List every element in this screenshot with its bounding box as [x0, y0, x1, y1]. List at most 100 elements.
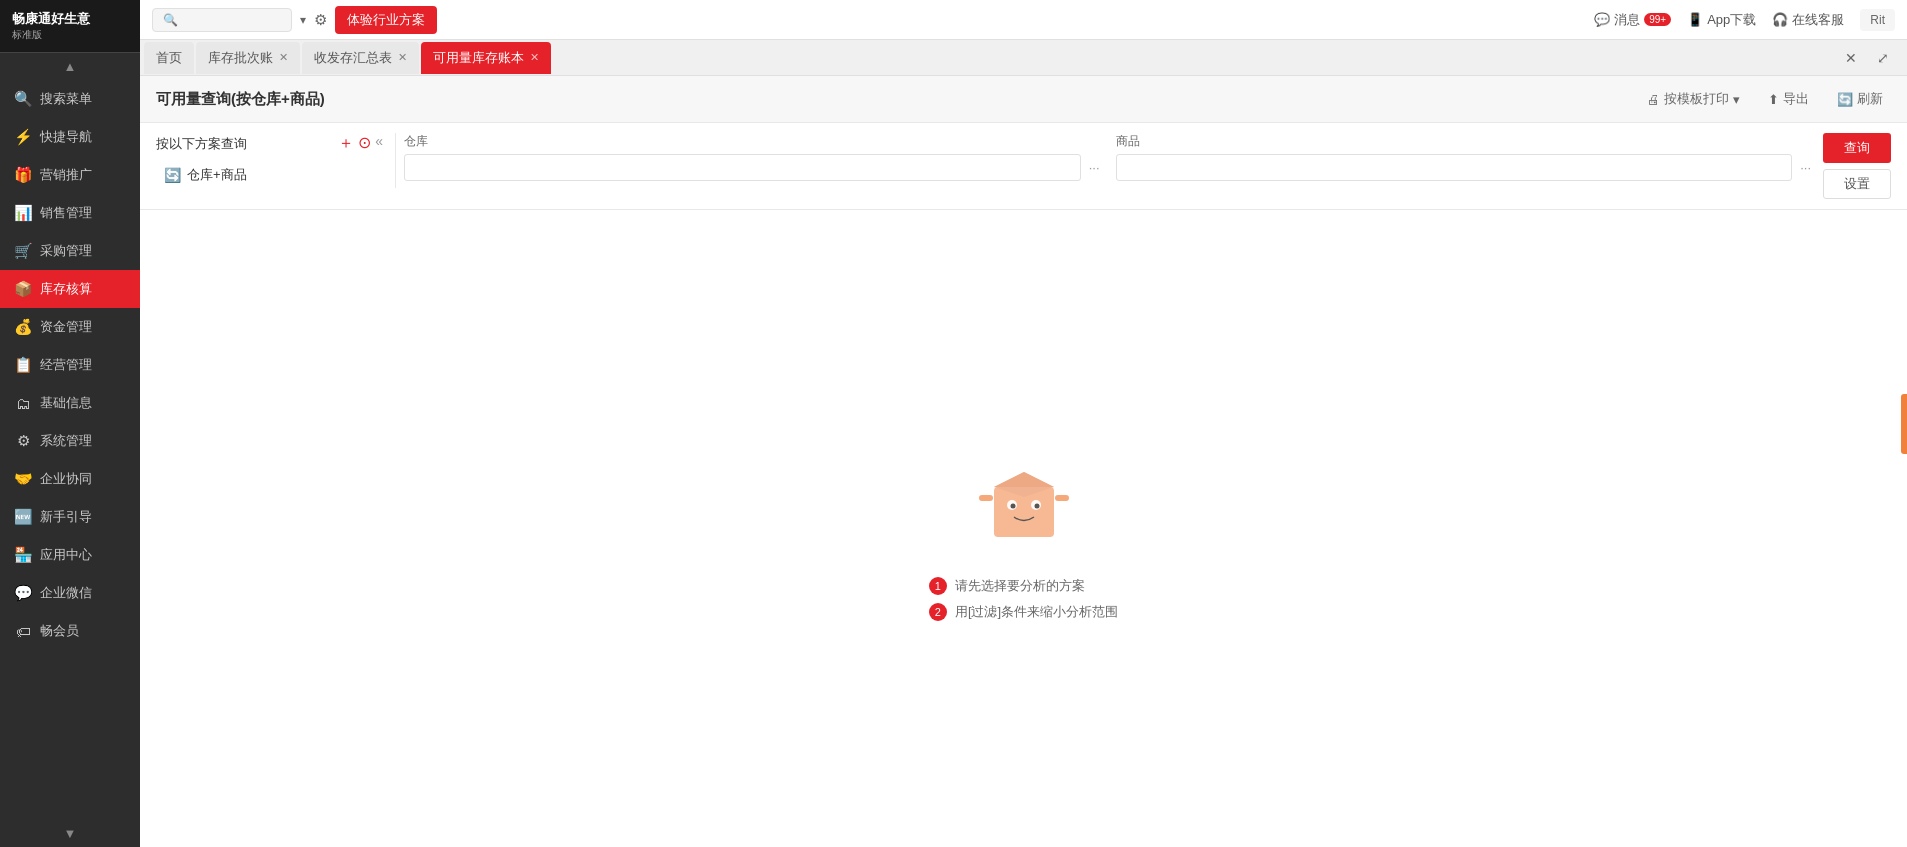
logo-sub: 标准版: [12, 28, 128, 42]
product-input[interactable]: [1116, 154, 1793, 181]
message-label: 消息: [1614, 11, 1640, 29]
query-area: 按以下方案查询 ＋ ⊙ « 🔄 仓库+商品 仓库: [140, 123, 1907, 210]
tip-text-2: 用[过滤]条件来缩小分析范围: [955, 603, 1118, 621]
sidebar-item-enterprise[interactable]: 🤝 企业协同: [0, 460, 140, 498]
topbar-gear-icon[interactable]: ⚙: [314, 11, 327, 29]
topbar-search-box[interactable]: 🔍: [152, 8, 292, 32]
main-content: 🔍 ▾ ⚙ 体验行业方案 💬 消息 99+ 📱 App下载 🎧 在线客服 Rit: [140, 0, 1907, 847]
sidebar-item-purchase[interactable]: 🛒 采购管理: [0, 232, 140, 270]
app-download-btn[interactable]: 📱 App下载: [1687, 11, 1756, 29]
page-header: 可用量查询(按仓库+商品) 🖨 按模板打印 ▾ ⬆ 导出 🔄 刷新: [140, 76, 1907, 123]
tabs-bar: 首页库存批次账✕收发存汇总表✕可用量库存账本✕ ✕ ⤢: [140, 40, 1907, 76]
app-download-label: App下载: [1707, 11, 1756, 29]
sidebar-scroll-up[interactable]: ▲: [0, 53, 140, 80]
tip-num-2: 2: [929, 603, 947, 621]
collapse-scheme-btn[interactable]: «: [375, 133, 383, 154]
sidebar-item-appstore[interactable]: 🏪 应用中心: [0, 536, 140, 574]
sidebar-label-enterprise: 企业协同: [40, 470, 92, 488]
topbar: 🔍 ▾ ⚙ 体验行业方案 💬 消息 99+ 📱 App下载 🎧 在线客服 Rit: [140, 0, 1907, 40]
tip-num-1: 1: [929, 577, 947, 595]
svg-point-6: [1034, 503, 1039, 508]
settings-scheme-btn[interactable]: ⊙: [358, 133, 371, 154]
filter-warehouse: 仓库 ···: [404, 133, 1104, 181]
shortcut-icon: ⚡: [14, 128, 32, 146]
tab-close-summary[interactable]: ✕: [398, 51, 407, 64]
system-icon: ⚙: [14, 432, 32, 450]
print-btn[interactable]: 🖨 按模板打印 ▾: [1639, 86, 1748, 112]
appstore-icon: 🏪: [14, 546, 32, 564]
sidebar-item-wechat[interactable]: 💬 企业微信: [0, 574, 140, 612]
message-badge: 99+: [1644, 13, 1671, 26]
query-scheme-header: 按以下方案查询 ＋ ⊙ «: [156, 133, 383, 154]
operation-icon: 📋: [14, 356, 32, 374]
search-icon: 🔍: [14, 90, 32, 108]
product-filter-label: 商品: [1116, 133, 1816, 150]
scheme-icon: 🔄: [164, 167, 181, 183]
sidebar-item-finance[interactable]: 💰 资金管理: [0, 308, 140, 346]
online-service-label: 在线客服: [1792, 11, 1844, 29]
sidebar-label-system: 系统管理: [40, 432, 92, 450]
topbar-right: 💬 消息 99+ 📱 App下载 🎧 在线客服 Rit: [1594, 9, 1895, 31]
sidebar-item-sales[interactable]: 📊 销售管理: [0, 194, 140, 232]
sidebar-scroll-down[interactable]: ▼: [0, 820, 140, 847]
settings-btn[interactable]: 设置: [1823, 169, 1891, 199]
message-btn[interactable]: 💬 消息 99+: [1594, 11, 1671, 29]
tip-text-1: 请先选择要分析的方案: [955, 577, 1085, 595]
tab-summary[interactable]: 收发存汇总表✕: [302, 42, 419, 74]
refresh-label: 刷新: [1857, 90, 1883, 108]
product-more-btn[interactable]: ···: [1796, 158, 1815, 177]
sidebar-item-system[interactable]: ⚙ 系统管理: [0, 422, 140, 460]
sidebar-item-newbie[interactable]: 🆕 新手引导: [0, 498, 140, 536]
marketing-icon: 🎁: [14, 166, 32, 184]
sidebar-item-inventory[interactable]: 📦 库存核算: [0, 270, 140, 308]
topbar-dropdown[interactable]: ▾: [300, 13, 306, 27]
sales-icon: 📊: [14, 204, 32, 222]
query-btn[interactable]: 查询: [1823, 133, 1891, 163]
empty-tip-2: 2 用[过滤]条件来缩小分析范围: [929, 603, 1118, 621]
sidebar-label-shortcut: 快捷导航: [40, 128, 92, 146]
query-section-title: 按以下方案查询: [156, 135, 247, 153]
tab-batch[interactable]: 库存批次账✕: [196, 42, 300, 74]
sidebar-item-operation[interactable]: 📋 经营管理: [0, 346, 140, 384]
refresh-btn[interactable]: 🔄 刷新: [1829, 86, 1891, 112]
add-scheme-btn[interactable]: ＋: [338, 133, 354, 154]
warehouse-input[interactable]: [404, 154, 1081, 181]
tab-available[interactable]: 可用量库存账本✕: [421, 42, 551, 74]
sidebar: 畅康通好生意 标准版 ▲ 🔍 搜索菜单⚡ 快捷导航🎁 营销推广📊 销售管理🛒 采…: [0, 0, 140, 847]
filter-product: 商品 ···: [1116, 133, 1816, 181]
content-area: 可用量查询(按仓库+商品) 🖨 按模板打印 ▾ ⬆ 导出 🔄 刷新: [140, 76, 1907, 847]
finance-icon: 💰: [14, 318, 32, 336]
wechat-icon: 💬: [14, 584, 32, 602]
tab-close-batch[interactable]: ✕: [279, 51, 288, 64]
sidebar-item-member[interactable]: 🏷 畅会员: [0, 612, 140, 650]
sidebar-item-marketing[interactable]: 🎁 营销推广: [0, 156, 140, 194]
tab-maximize-btn[interactable]: ⤢: [1871, 46, 1895, 70]
sidebar-label-search: 搜索菜单: [40, 90, 92, 108]
svg-rect-7: [979, 495, 993, 501]
tab-close-btn[interactable]: ✕: [1839, 46, 1863, 70]
member-icon: 🏷: [14, 623, 32, 640]
user-menu[interactable]: Rit: [1860, 9, 1895, 31]
sidebar-label-inventory: 库存核算: [40, 280, 92, 298]
online-service-btn[interactable]: 🎧 在线客服: [1772, 11, 1844, 29]
query-filters: 仓库 ··· 商品 ···: [404, 133, 1815, 181]
warehouse-more-btn[interactable]: ···: [1085, 158, 1104, 177]
sidebar-label-newbie: 新手引导: [40, 508, 92, 526]
tab-home[interactable]: 首页: [144, 42, 194, 74]
basic-icon: 🗂: [14, 395, 32, 412]
scheme-item-warehouse-product[interactable]: 🔄 仓库+商品: [156, 162, 383, 188]
sidebar-label-basic: 基础信息: [40, 394, 92, 412]
sidebar-label-sales: 销售管理: [40, 204, 92, 222]
logo-title: 畅康通好生意: [12, 10, 128, 28]
sidebar-item-basic[interactable]: 🗂 基础信息: [0, 384, 140, 422]
export-btn[interactable]: ⬆ 导出: [1760, 86, 1817, 112]
warehouse-filter-label: 仓库: [404, 133, 1104, 150]
empty-svg: [964, 437, 1084, 557]
sidebar-label-member: 畅会员: [40, 622, 79, 640]
sidebar-item-search[interactable]: 🔍 搜索菜单: [0, 80, 140, 118]
sidebar-item-shortcut[interactable]: ⚡ 快捷导航: [0, 118, 140, 156]
tab-close-available[interactable]: ✕: [530, 51, 539, 64]
right-scroll-handle[interactable]: [1901, 394, 1907, 454]
industry-btn[interactable]: 体验行业方案: [335, 6, 437, 34]
export-label: 导出: [1783, 90, 1809, 108]
